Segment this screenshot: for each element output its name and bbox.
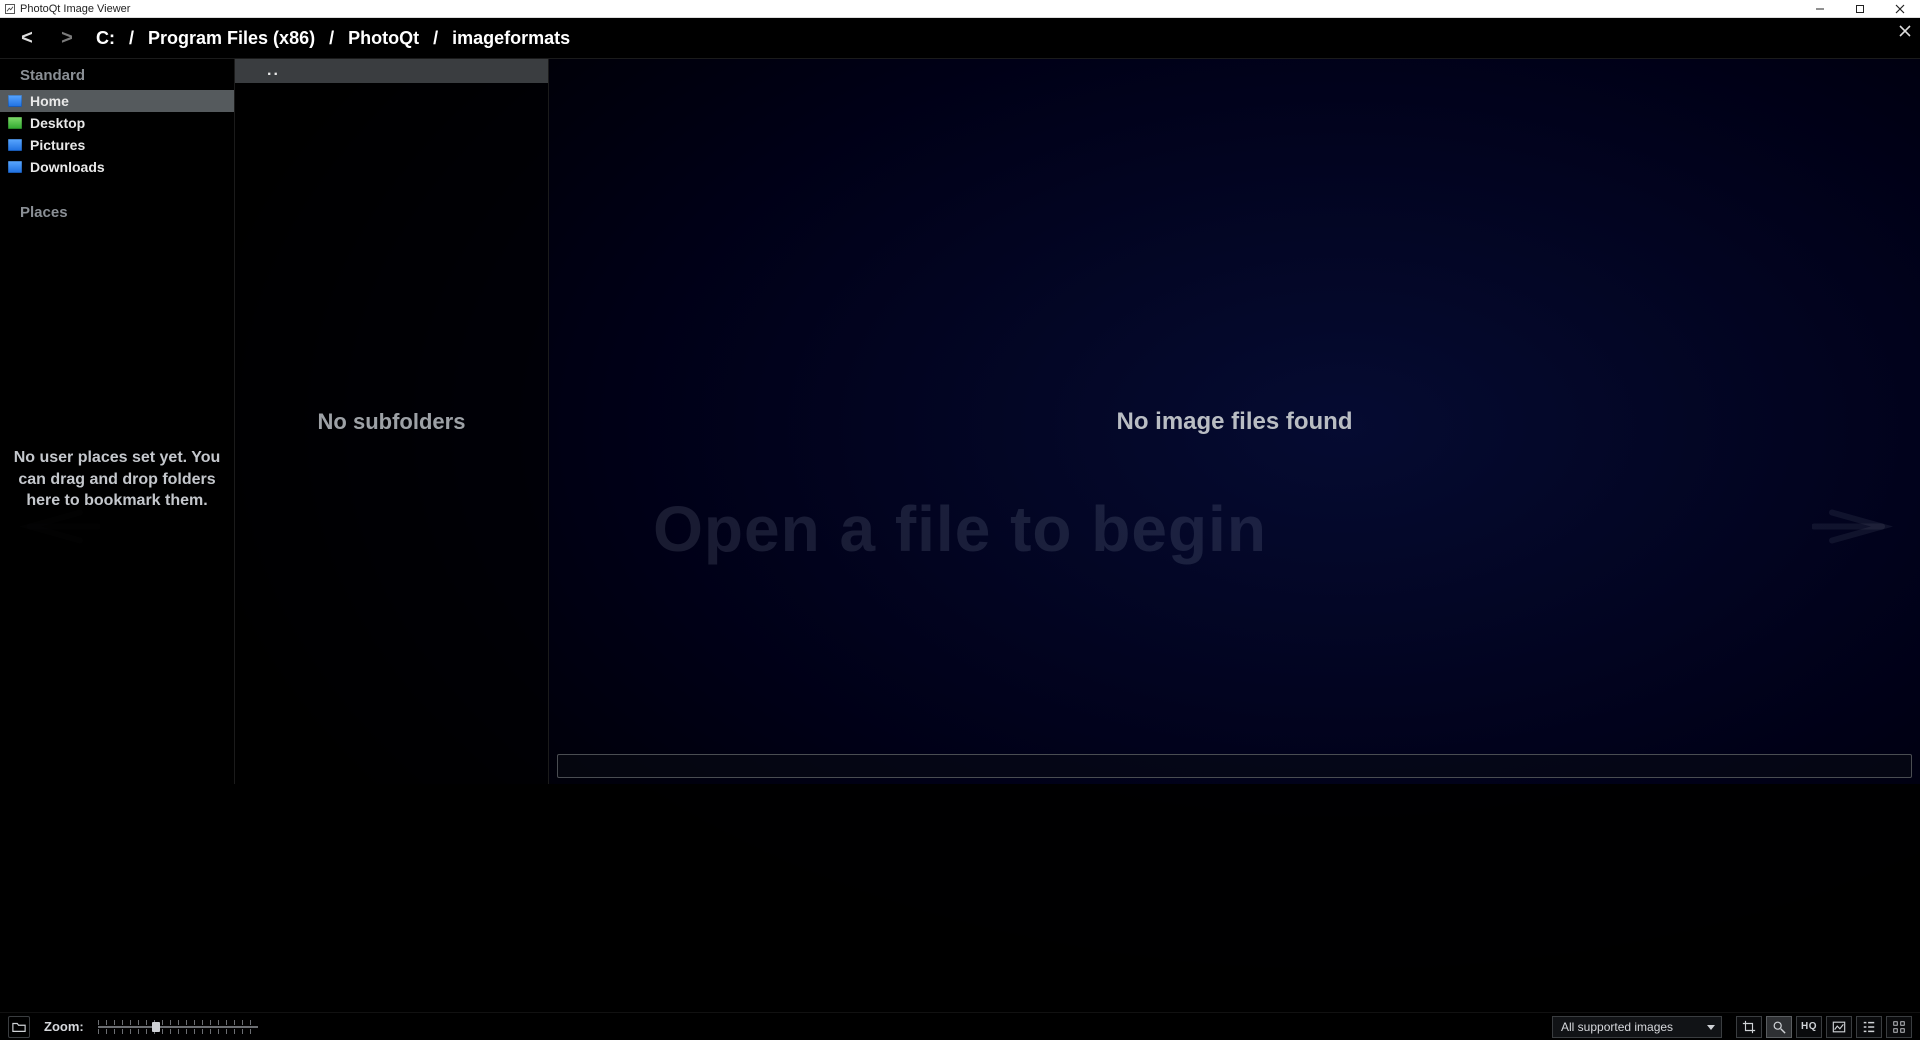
folder-icon [8, 139, 22, 151]
sidebar-pane: Standard Home Desktop Pictures Downloads… [0, 59, 235, 784]
window-minimize-button[interactable] [1800, 0, 1840, 18]
app-icon [4, 3, 16, 15]
breadcrumb-sep-icon: / [129, 28, 134, 49]
window-title: PhotoQt Image Viewer [20, 3, 130, 15]
breadcrumb-segment[interactable]: PhotoQt [348, 28, 419, 49]
os-titlebar: PhotoQt Image Viewer [0, 0, 1920, 18]
breadcrumb-segment[interactable]: Program Files (x86) [148, 28, 315, 49]
folders-empty-text: No subfolders [235, 59, 548, 784]
breadcrumb-segment[interactable]: imageformats [452, 28, 570, 49]
hq-toggle-button[interactable]: HQ [1796, 1016, 1822, 1038]
list-view-button[interactable] [1856, 1016, 1882, 1038]
zoom-label: Zoom: [44, 1019, 84, 1034]
sidebar-item-home[interactable]: Home [0, 90, 234, 112]
magnifier-button[interactable] [1766, 1016, 1792, 1038]
bottom-toolbar: Zoom: All supported images HQ [0, 1012, 1920, 1040]
folder-icon [8, 117, 22, 129]
sidebar-item-label: Home [30, 93, 69, 109]
sidebar-item-label: Pictures [30, 137, 85, 153]
filename-filter-input[interactable] [557, 754, 1912, 778]
sidebar-section-standard: Standard [0, 59, 234, 90]
breadcrumb-sep-icon: / [329, 28, 334, 49]
breadcrumb-sep-icon: / [433, 28, 438, 49]
app-root: Open a file to begin < > C: / Program Fi… [0, 18, 1920, 1040]
sidebar-section-places: Places [0, 196, 234, 227]
sidebar-places-empty: No user places set yet. You can drag and… [0, 447, 234, 512]
breadcrumb-bar: < > C: / Program Files (x86) / PhotoQt /… [0, 18, 1920, 58]
panes: Standard Home Desktop Pictures Downloads… [0, 58, 1920, 784]
zoom-slider-thumb[interactable] [152, 1022, 160, 1032]
nav-back-button[interactable]: < [16, 27, 38, 49]
preview-pane: No image files found [549, 59, 1920, 784]
sidebar-item-pictures[interactable]: Pictures [0, 134, 234, 156]
thumbnail-strip-area [0, 784, 1920, 1012]
sidebar-item-label: Downloads [30, 159, 105, 175]
grid-view-button[interactable] [1886, 1016, 1912, 1038]
format-filter-dropdown[interactable]: All supported images [1552, 1016, 1722, 1038]
nav-forward-button[interactable]: > [56, 27, 78, 49]
folder-icon [8, 95, 22, 107]
window-maximize-button[interactable] [1840, 0, 1880, 18]
breadcrumb-path: C: / Program Files (x86) / PhotoQt / ima… [96, 28, 570, 49]
zoom-slider[interactable] [98, 1020, 258, 1034]
folder-icon [8, 161, 22, 173]
format-filter-value: All supported images [1561, 1020, 1673, 1034]
breadcrumb-segment[interactable]: C: [96, 28, 115, 49]
dialog-close-button[interactable] [1896, 22, 1914, 40]
thumbnail-view-button[interactable] [1826, 1016, 1852, 1038]
sidebar-item-desktop[interactable]: Desktop [0, 112, 234, 134]
open-folder-button[interactable] [8, 1016, 30, 1038]
view-toolbar: HQ [1736, 1016, 1912, 1038]
sidebar-item-label: Desktop [30, 115, 85, 131]
sidebar-item-downloads[interactable]: Downloads [0, 156, 234, 178]
folders-pane: .. No subfolders [235, 59, 549, 784]
preview-empty-text: No image files found [549, 59, 1920, 784]
window-close-button[interactable] [1880, 0, 1920, 18]
crop-tool-button[interactable] [1736, 1016, 1762, 1038]
